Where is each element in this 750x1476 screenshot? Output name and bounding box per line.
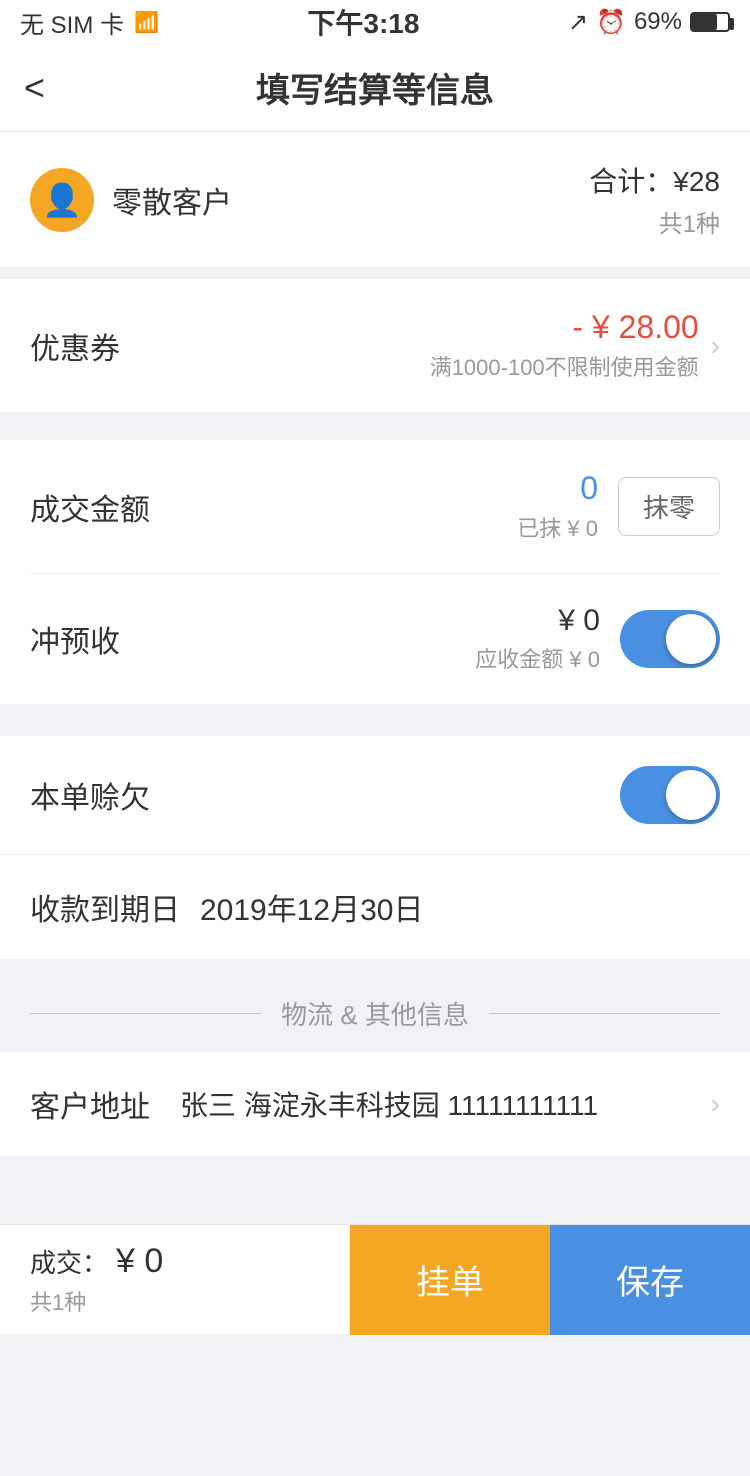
logistics-header: 物流 & 其他信息 — [0, 975, 750, 1052]
customer-name: 零散客户 — [112, 178, 232, 222]
total-count: 共1种 — [589, 204, 720, 239]
duedate-section: 收款到期日 2019年12月30日 — [0, 854, 750, 959]
coupon-section[interactable]: 优惠券 - ¥ 28.00 满1000-100不限制使用金额 › — [0, 279, 750, 412]
total-amount: 合计：¥28 — [589, 160, 720, 200]
transaction-section: 成交金额 0 已抹 ¥ 0 抹零 冲预收 ¥ 0 应收金额 ¥ 0 — [0, 440, 750, 704]
credit-section: 本单赊欠 — [0, 736, 750, 854]
avatar: 👤 — [30, 168, 94, 232]
status-left: 无 SIM 卡 📶 — [20, 5, 159, 40]
duedate-value[interactable]: 2019年12月30日 — [200, 885, 423, 929]
deal-amount: ¥ 0 — [116, 1242, 163, 1281]
save-button[interactable]: 保存 — [550, 1225, 750, 1335]
nav-bar: < 填写结算等信息 — [0, 44, 750, 132]
deal-label: 成交： — [30, 1243, 108, 1280]
toggle-knob — [666, 614, 716, 664]
prereceive-main: ¥ 0 — [475, 604, 600, 638]
prereceive-label: 冲预收 — [30, 617, 120, 661]
coupon-right: - ¥ 28.00 满1000-100不限制使用金额 › — [430, 309, 720, 382]
coupon-label: 优惠券 — [30, 324, 120, 368]
transaction-value: 0 已抹 ¥ 0 — [517, 470, 598, 543]
bottom-deal: 成交： ¥ 0 — [30, 1242, 320, 1281]
prereceive-sub: 应收金额 ¥ 0 — [475, 642, 600, 674]
hang-button[interactable]: 挂单 — [350, 1225, 550, 1335]
transaction-right: 0 已抹 ¥ 0 抹零 — [517, 470, 720, 543]
status-right: ↗ ⏰ 69% — [568, 8, 730, 37]
prereceive-amounts: ¥ 0 应收金额 ¥ 0 — [475, 604, 600, 674]
customer-section: 👤 零散客户 合计：¥28 共1种 — [0, 132, 750, 267]
transaction-amount-row: 成交金额 0 已抹 ¥ 0 抹零 — [30, 440, 720, 574]
sim-label: 无 SIM 卡 — [20, 5, 124, 40]
location-icon: ↗ — [568, 8, 588, 37]
amount-sub: 已抹 ¥ 0 — [517, 511, 598, 543]
bottom-bar: 成交： ¥ 0 共1种 挂单 保存 — [0, 1224, 750, 1334]
battery-percent: 69% — [634, 8, 682, 36]
address-label: 客户地址 — [30, 1082, 150, 1126]
duedate-label: 收款到期日 — [30, 885, 180, 929]
section-divider-1 — [0, 424, 750, 440]
prereceive-row: 冲预收 ¥ 0 应收金额 ¥ 0 — [30, 574, 720, 704]
round-button[interactable]: 抹零 — [618, 477, 720, 536]
battery-fill — [692, 14, 717, 30]
wifi-icon: 📶 — [134, 10, 159, 35]
logistics-label: 物流 & 其他信息 — [281, 995, 469, 1032]
amount-value[interactable]: 0 — [517, 470, 598, 507]
section-divider-2 — [0, 704, 750, 720]
address-section[interactable]: 客户地址 张三 海淀永丰科技园 11111111111 › — [0, 1052, 750, 1156]
credit-label: 本单赊欠 — [30, 773, 150, 817]
alarm-icon: ⏰ — [596, 8, 626, 37]
prereceive-toggle[interactable] — [620, 610, 720, 668]
coupon-discount: - ¥ 28.00 满1000-100不限制使用金额 — [430, 309, 699, 382]
back-button[interactable]: < — [24, 67, 45, 109]
bottom-info: 成交： ¥ 0 共1种 — [0, 1242, 350, 1317]
discount-amount: - ¥ 28.00 — [430, 309, 699, 346]
page-title: 填写结算等信息 — [256, 63, 494, 112]
chevron-right-icon: › — [711, 330, 720, 362]
amount-label: 成交金额 — [30, 485, 150, 529]
bottom-count: 共1种 — [30, 1285, 320, 1317]
prereceive-value: ¥ 0 应收金额 ¥ 0 — [475, 604, 720, 674]
credit-toggle[interactable] — [620, 766, 720, 824]
customer-left: 👤 零散客户 — [30, 168, 232, 232]
credit-toggle-knob — [666, 770, 716, 820]
battery-bar — [690, 12, 730, 32]
status-bar: 无 SIM 卡 📶 下午3:18 ↗ ⏰ 69% — [0, 0, 750, 44]
address-value: 张三 海淀永丰科技园 11111111111 — [180, 1084, 711, 1124]
avatar-icon: 👤 — [42, 181, 82, 219]
status-time: 下午3:18 — [307, 2, 419, 42]
address-chevron-icon: › — [711, 1088, 720, 1120]
discount-desc: 满1000-100不限制使用金额 — [430, 350, 699, 382]
customer-total: 合计：¥28 共1种 — [589, 160, 720, 239]
